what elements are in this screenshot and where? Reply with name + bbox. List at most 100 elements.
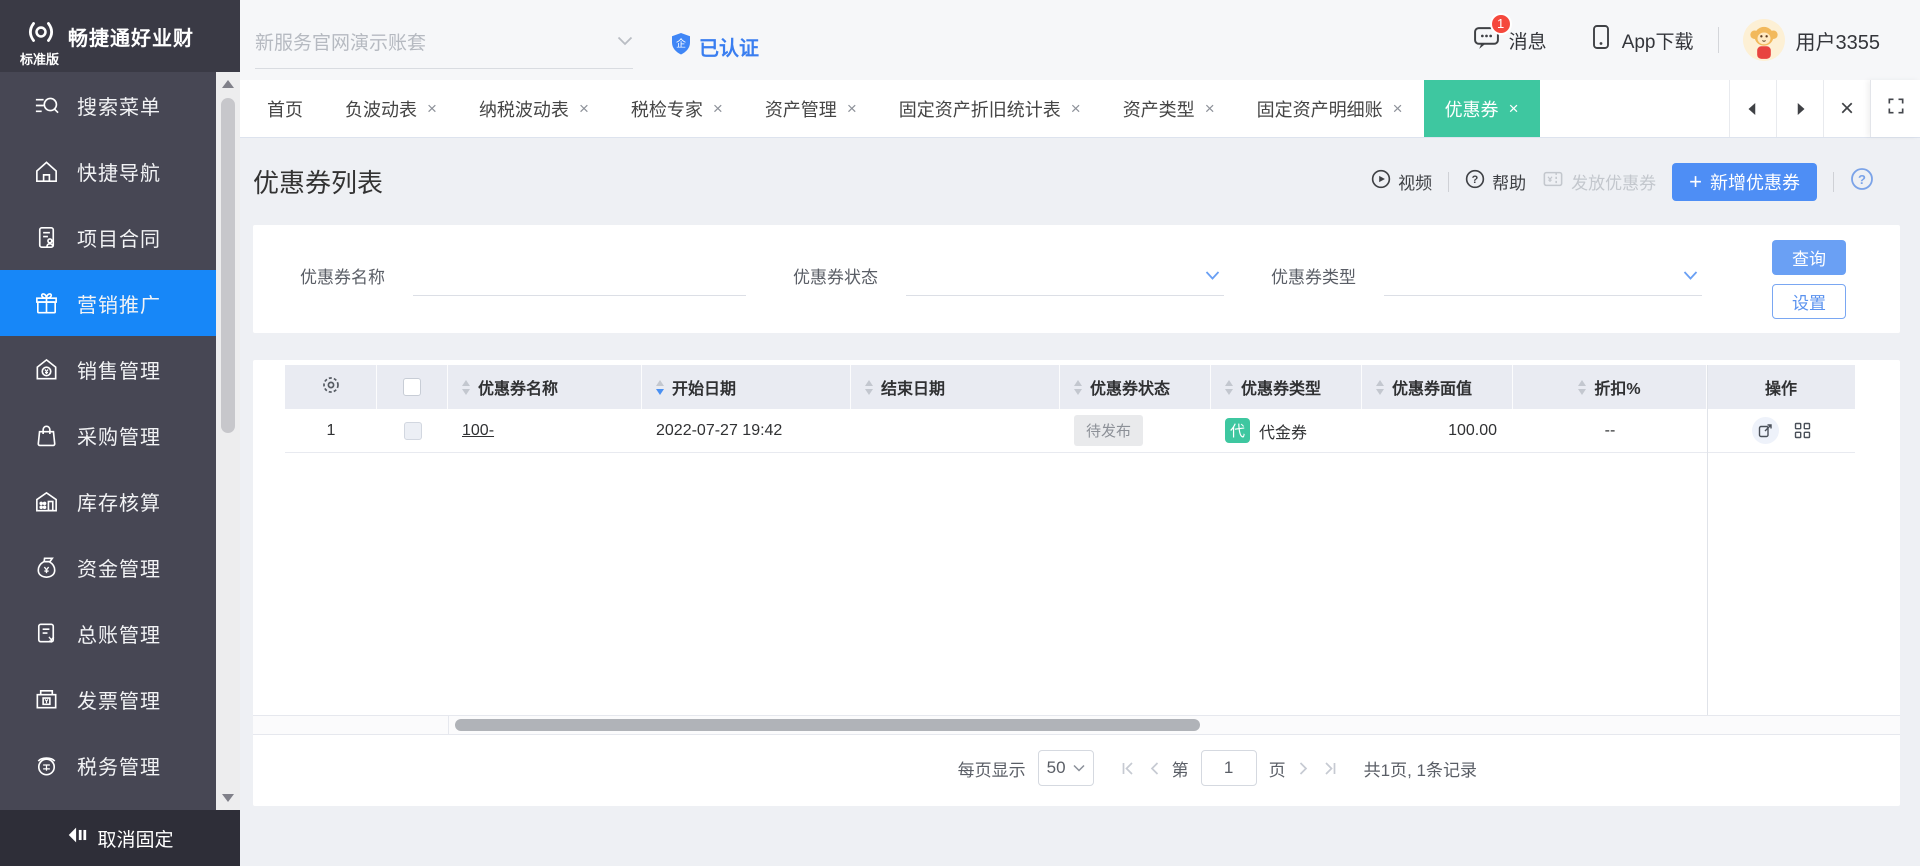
tab-close-icon[interactable]: × xyxy=(1071,99,1081,119)
coupon-status-select[interactable] xyxy=(906,262,1224,296)
settings-button[interactable]: 设置 xyxy=(1772,283,1846,319)
more-actions-grid-icon[interactable] xyxy=(1794,422,1811,439)
first-page-button[interactable] xyxy=(1120,761,1136,776)
tab-asset-mgmt[interactable]: 资产管理 × xyxy=(744,80,878,137)
video-button[interactable]: 视频 xyxy=(1371,169,1432,194)
help-button[interactable]: ? 帮助 xyxy=(1465,169,1526,194)
sidebar-item-sales[interactable]: 销售管理 xyxy=(0,336,216,402)
sort-icon[interactable] xyxy=(1578,379,1587,395)
unpin-sidebar-button[interactable]: 取消固定 xyxy=(0,810,240,866)
header-label: 折扣% xyxy=(1594,381,1641,398)
tab-controls: × xyxy=(1729,80,1920,137)
page-help-button[interactable]: ? xyxy=(1850,167,1874,196)
horizontal-scrollbar[interactable] xyxy=(253,715,1900,735)
tab-home[interactable]: 首页 xyxy=(246,80,324,137)
header-face-value[interactable]: 优惠券面值 xyxy=(1362,365,1513,409)
tab-asset-detail-ledger[interactable]: 固定资产明细账 × xyxy=(1236,80,1424,137)
sidebar-item-general-ledger[interactable]: 总账管理 xyxy=(0,600,216,666)
header-type[interactable]: 优惠券类型 xyxy=(1211,365,1362,409)
search-button[interactable]: 查询 xyxy=(1772,239,1846,275)
prev-page-button[interactable] xyxy=(1148,761,1160,776)
tabs-scroll-right-button[interactable] xyxy=(1776,80,1823,137)
sidebar-scrollbar-thumb[interactable] xyxy=(221,98,235,433)
search-menu-icon xyxy=(33,92,60,119)
page-content: 优惠券列表 视频 ? 帮助 发放优惠券 + 新增优惠券 ? 优惠券名称 优惠券状… xyxy=(240,138,1920,866)
sidebar-item-quick-nav[interactable]: 快捷导航 xyxy=(0,138,216,204)
tab-tax-expert[interactable]: 税检专家 × xyxy=(610,80,744,137)
sidebar-item-label: 销售管理 xyxy=(77,360,161,383)
tab-close-icon[interactable]: × xyxy=(579,99,589,119)
sidebar-item-search-menu[interactable]: 搜索菜单 xyxy=(0,72,216,138)
app-download-button[interactable]: App下载 xyxy=(1589,24,1694,56)
open-tabs: 首页 负波动表 × 纳税波动表 × 税检专家 × 资产管理 × 固定资产折旧统计表 × 资… xyxy=(240,80,1540,137)
sort-icon[interactable] xyxy=(865,379,873,395)
per-page-value: 50 xyxy=(1046,758,1066,777)
issue-coupon-button[interactable]: 发放优惠券 xyxy=(1542,169,1656,194)
tab-asset-type[interactable]: 资产类型 × xyxy=(1102,80,1236,137)
sidebar-item-invoice[interactable]: 发票管理 xyxy=(0,666,216,732)
header-coupon-name[interactable]: 优惠券名称 xyxy=(448,365,642,409)
messages-label: 消息 xyxy=(1508,31,1547,53)
coupon-status-label: 优惠券状态 xyxy=(793,268,878,287)
coupon-name-input[interactable] xyxy=(413,262,746,296)
sort-icon[interactable] xyxy=(1074,379,1082,395)
coupon-name-link[interactable]: 100- xyxy=(462,422,494,440)
last-page-button[interactable] xyxy=(1322,761,1338,776)
add-coupon-button[interactable]: + 新增优惠券 xyxy=(1672,162,1817,201)
user-avatar[interactable] xyxy=(1742,19,1785,61)
tab-fluctuation[interactable]: 负波动表 × xyxy=(324,80,458,137)
page-number-input[interactable]: 1 xyxy=(1200,750,1257,786)
tab-depreciation-stats[interactable]: 固定资产折旧统计表 × xyxy=(878,80,1102,137)
per-page-select[interactable]: 50 xyxy=(1037,750,1094,786)
close-all-tabs-button[interactable]: × xyxy=(1823,80,1870,137)
row-checkbox[interactable] xyxy=(403,421,422,440)
sort-icon[interactable] xyxy=(462,379,470,395)
account-select-value: 新服务官网演示账套 xyxy=(255,33,427,54)
sidebar-item-purchase[interactable]: 采购管理 xyxy=(0,402,216,468)
app-window: 畅捷通好业财 标准版 搜索菜单 快捷导航 项目合同 营销推广 销售管理 采购管理… xyxy=(0,0,1920,866)
pagination-bar: 每页显示 50 第 1 页 共1页, 1条记录 xyxy=(253,736,1900,800)
messages-button[interactable]: 1 消息 xyxy=(1473,12,1547,56)
username-label[interactable]: 用户3355 xyxy=(1796,26,1881,55)
issue-action-button[interactable] xyxy=(1751,417,1779,444)
sidebar-item-inventory[interactable]: 库存核算 xyxy=(0,468,216,534)
horizontal-scrollbar-thumb[interactable] xyxy=(455,719,1200,731)
account-select[interactable]: 新服务官网演示账套 xyxy=(255,28,633,69)
header-end-date[interactable]: 结束日期 xyxy=(851,365,1060,409)
header-status[interactable]: 优惠券状态 xyxy=(1060,365,1211,409)
sidebar-item-tax[interactable]: 税务管理 xyxy=(0,732,216,798)
fullscreen-button[interactable] xyxy=(1870,80,1920,137)
sidebar-scrollbar[interactable] xyxy=(216,72,240,810)
plus-icon: + xyxy=(1689,168,1702,194)
coupon-type-select[interactable] xyxy=(1384,262,1702,296)
tab-close-icon[interactable]: × xyxy=(427,99,437,119)
sidebar-item-marketing[interactable]: 营销推广 xyxy=(0,270,216,336)
scroll-up-arrow-icon[interactable] xyxy=(222,80,234,88)
sort-icon[interactable] xyxy=(1225,379,1233,395)
tab-close-icon[interactable]: × xyxy=(1205,99,1215,119)
header-discount[interactable]: 折扣% xyxy=(1513,365,1707,409)
sidebar-item-project-contract[interactable]: 项目合同 xyxy=(0,204,216,270)
sidebar-item-funds[interactable]: 资金管理 xyxy=(0,534,216,600)
scroll-down-arrow-icon[interactable] xyxy=(222,794,234,802)
main-area: 新服务官网演示账套 企 已认证 1 消息 App下载 用户3355 首页 负波动… xyxy=(240,0,1920,866)
sort-icon[interactable] xyxy=(1376,379,1384,395)
tab-close-icon[interactable]: × xyxy=(1393,99,1403,119)
tab-coupon[interactable]: 优惠券 × xyxy=(1423,80,1540,137)
tab-close-icon[interactable]: × xyxy=(847,99,857,119)
row-index: 1 xyxy=(326,421,336,439)
phone-icon xyxy=(1589,24,1613,56)
sort-icon[interactable] xyxy=(656,379,664,395)
cell-discount: -- xyxy=(1604,421,1616,439)
tabs-scroll-left-button[interactable] xyxy=(1729,80,1776,137)
tab-close-icon[interactable]: × xyxy=(713,99,723,119)
verified-badge[interactable]: 企 已认证 xyxy=(670,32,759,61)
select-all-checkbox[interactable] xyxy=(403,378,421,396)
coupon-name-label: 优惠券名称 xyxy=(300,268,385,287)
next-page-button[interactable] xyxy=(1298,761,1310,776)
tab-tax-fluctuation[interactable]: 纳税波动表 × xyxy=(458,80,610,137)
column-settings-button[interactable] xyxy=(285,365,377,409)
header-start-date[interactable]: 开始日期 xyxy=(642,365,851,409)
tab-close-icon[interactable]: × xyxy=(1509,99,1519,119)
cell-face-value: 100.00 xyxy=(1448,421,1497,439)
